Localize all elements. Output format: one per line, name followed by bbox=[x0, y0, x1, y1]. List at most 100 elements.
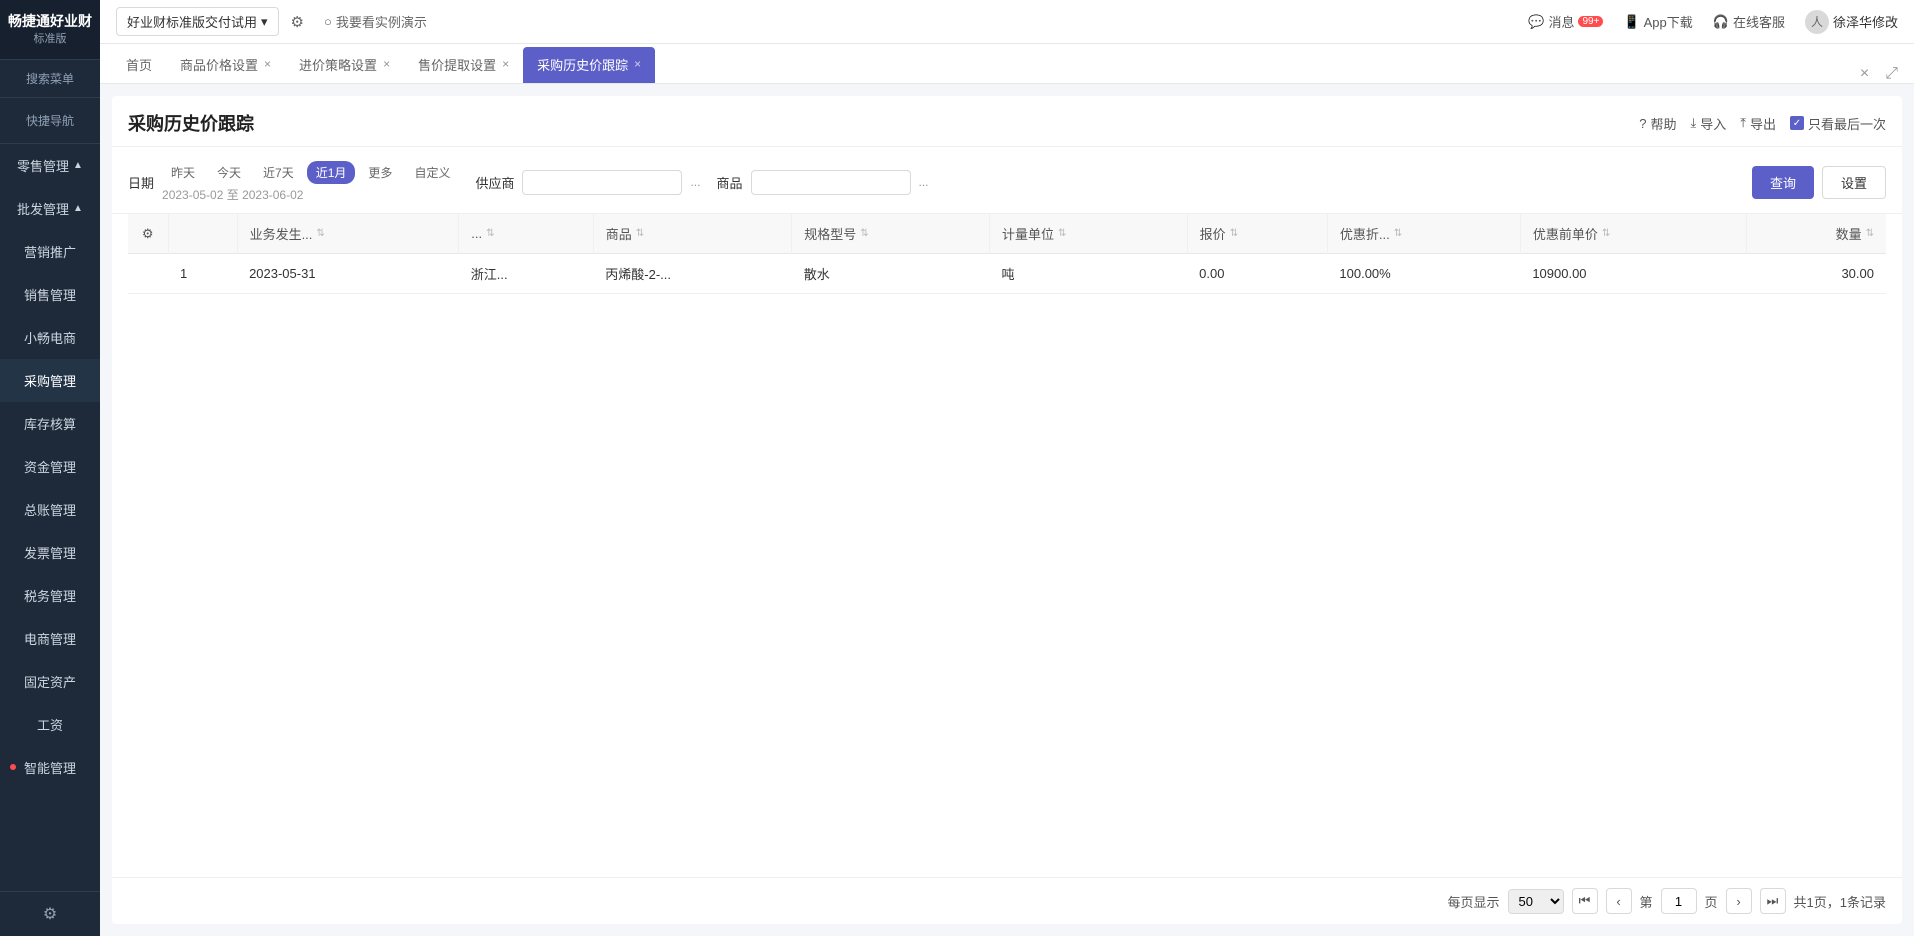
sort-icon: ⇅ bbox=[1394, 228, 1402, 239]
user-info[interactable]: 人 徐泽华修改 bbox=[1805, 10, 1898, 34]
online-service-button[interactable]: 🎧 在线客服 bbox=[1713, 12, 1785, 31]
pagination: 每页显示 50 10 20 100 ⏮ ‹ 第 页 › ⏭ 共1页，1条记录 bbox=[112, 877, 1902, 924]
table-col-discount-pct[interactable]: 优惠折... ⇅ bbox=[1327, 214, 1520, 254]
header-actions: ? 帮助 ⤓ 导入 ⤒ 导出 ✓ 只看最后一次 bbox=[1639, 114, 1886, 143]
message-button[interactable]: 💬 消息 99+ bbox=[1528, 12, 1603, 31]
supplier-input[interactable] bbox=[522, 170, 682, 195]
goods-input[interactable] bbox=[751, 170, 911, 195]
sidebar-item-label: 电商管理 bbox=[24, 629, 76, 648]
date-pill-today[interactable]: 今天 bbox=[208, 161, 250, 184]
supplier-filter-group: 供应商 ... bbox=[475, 170, 700, 195]
tab-sale-price[interactable]: 售价提取设置 × bbox=[404, 47, 523, 83]
tab-expand-window-btn[interactable]: ⤢ bbox=[1881, 65, 1902, 83]
help-button[interactable]: ? 帮助 bbox=[1639, 114, 1676, 133]
sidebar-item-purchase[interactable]: 采购管理 bbox=[0, 359, 100, 402]
date-pill-more[interactable]: 更多 bbox=[359, 161, 401, 184]
prev-page-button[interactable]: ‹ bbox=[1606, 888, 1632, 914]
message-icon: 💬 bbox=[1528, 14, 1544, 30]
settings-button[interactable]: 设置 bbox=[1822, 166, 1886, 199]
col-spec-label: 规格型号 bbox=[804, 224, 856, 243]
supplier-more-icon[interactable]: ... bbox=[690, 175, 700, 189]
sidebar-item-ledger[interactable]: 总账管理 bbox=[0, 488, 100, 531]
table-col-pre-discount-price[interactable]: 优惠前单价 ⇅ bbox=[1520, 214, 1746, 254]
date-pill-custom[interactable]: 自定义 bbox=[405, 161, 459, 184]
sidebar-search[interactable]: 搜索菜单 bbox=[0, 60, 100, 98]
sidebar-item-ecommerce-small[interactable]: 小畅电商 bbox=[0, 316, 100, 359]
date-pill-7days[interactable]: 近7天 bbox=[254, 161, 303, 184]
sidebar-item-retail[interactable]: 零售管理 ▲ bbox=[0, 144, 100, 187]
tab-close-window-btn[interactable]: × bbox=[1856, 65, 1873, 83]
app-icon: 📱 bbox=[1623, 14, 1639, 30]
online-service-label: 在线客服 bbox=[1733, 12, 1785, 31]
logo-title: 畅捷通好业财 bbox=[8, 12, 92, 32]
date-column: 昨天 今天 近7天 近1月 更多 自定义 2023-05-02 至 2023-0… bbox=[162, 161, 459, 203]
table-col-quote[interactable]: 报价 ⇅ bbox=[1187, 214, 1327, 254]
per-page-select[interactable]: 50 10 20 100 bbox=[1508, 889, 1564, 914]
table-col-date[interactable]: 业务发生... ⇅ bbox=[237, 214, 459, 254]
table-col-qty[interactable]: 数量 ⇅ bbox=[1747, 214, 1886, 254]
sort-icon: ⇅ bbox=[1602, 228, 1610, 239]
sidebar-item-salary[interactable]: 工资 bbox=[0, 703, 100, 746]
query-button[interactable]: 查询 bbox=[1752, 166, 1814, 199]
only-last-checkbox[interactable]: ✓ 只看最后一次 bbox=[1790, 114, 1886, 133]
table-col-extra[interactable]: ... ⇅ bbox=[459, 214, 594, 254]
sidebar-item-smart[interactable]: 智能管理 bbox=[0, 746, 100, 789]
export-button[interactable]: ⤒ 导出 bbox=[1740, 114, 1776, 133]
only-last-label: 只看最后一次 bbox=[1808, 114, 1886, 133]
cell-qty: 30.00 bbox=[1747, 254, 1886, 294]
sidebar-item-label: 小畅电商 bbox=[24, 328, 76, 347]
sidebar-item-invoice[interactable]: 发票管理 bbox=[0, 531, 100, 574]
sidebar-quick-nav[interactable]: 快捷导航 bbox=[0, 106, 100, 135]
sidebar-item-wholesale[interactable]: 批发管理 ▲ bbox=[0, 187, 100, 230]
page-suffix: 页 bbox=[1705, 892, 1718, 911]
sidebar: 畅捷通好业财 标准版 搜索菜单 快捷导航 零售管理 ▲ 批发管理 ▲ 营销推广 … bbox=[0, 0, 100, 936]
date-pill-1month[interactable]: 近1月 bbox=[307, 161, 356, 184]
sort-icon: ⇅ bbox=[1230, 228, 1238, 239]
table-col-spec[interactable]: 规格型号 ⇅ bbox=[792, 214, 990, 254]
settings-icon[interactable]: ⚙ bbox=[43, 906, 57, 923]
demo-icon: ○ bbox=[324, 14, 332, 29]
app-download-button[interactable]: 📱 App下载 bbox=[1623, 12, 1692, 31]
table-row: 1 2023-05-31 浙江... 丙烯酸-2-... 散水 吨 0.00 1… bbox=[128, 254, 1886, 294]
sidebar-item-sales[interactable]: 销售管理 bbox=[0, 273, 100, 316]
page-number-input[interactable] bbox=[1661, 888, 1697, 914]
version-selector[interactable]: 好业财标准版交付试用 ▾ bbox=[116, 7, 279, 36]
next-page-button[interactable]: › bbox=[1726, 888, 1752, 914]
topbar-gear-icon[interactable]: ⚙ bbox=[291, 13, 304, 31]
table-col-unit[interactable]: 计量单位 ⇅ bbox=[989, 214, 1187, 254]
table-col-goods[interactable]: 商品 ⇅ bbox=[593, 214, 791, 254]
sidebar-item-finance[interactable]: 资金管理 bbox=[0, 445, 100, 488]
tab-sale-price-close[interactable]: × bbox=[502, 57, 509, 71]
tab-purchase-history[interactable]: 采购历史价跟踪 × bbox=[523, 47, 655, 83]
sidebar-item-inventory[interactable]: 库存核算 bbox=[0, 402, 100, 445]
tab-price-close[interactable]: × bbox=[264, 57, 271, 71]
sidebar-item-marketing[interactable]: 营销推广 bbox=[0, 230, 100, 273]
import-button[interactable]: ⤓ 导入 bbox=[1690, 114, 1726, 133]
table-col-gear[interactable]: ⚙ bbox=[128, 214, 168, 254]
sidebar-item-fixed-assets[interactable]: 固定资产 bbox=[0, 660, 100, 703]
per-page-label: 每页显示 bbox=[1447, 892, 1499, 911]
demo-button[interactable]: ○ 我要看实例演示 bbox=[324, 12, 427, 31]
chevron-down-icon: ▾ bbox=[261, 14, 268, 30]
tab-price[interactable]: 商品价格设置 × bbox=[166, 47, 285, 83]
filter-actions: 查询 设置 bbox=[1752, 166, 1886, 199]
last-page-button[interactable]: ⏭ bbox=[1760, 888, 1786, 914]
col-discount-pct-label: 优惠折... bbox=[1340, 224, 1390, 243]
sidebar-item-ecommerce[interactable]: 电商管理 bbox=[0, 617, 100, 660]
tab-purchase-strategy-close[interactable]: × bbox=[383, 57, 390, 71]
sidebar-item-label: 税务管理 bbox=[24, 586, 76, 605]
tab-purchase-history-close[interactable]: × bbox=[634, 57, 641, 71]
date-pill-yesterday[interactable]: 昨天 bbox=[162, 161, 204, 184]
first-page-button[interactable]: ⏮ bbox=[1572, 888, 1598, 914]
tab-home[interactable]: 首页 bbox=[112, 47, 166, 83]
cell-goods: 丙烯酸-2-... bbox=[593, 254, 791, 294]
import-icon: ⤓ bbox=[1690, 115, 1696, 131]
sidebar-item-tax[interactable]: 税务管理 bbox=[0, 574, 100, 617]
cell-extra: 浙江... bbox=[459, 254, 594, 294]
goods-more-icon[interactable]: ... bbox=[919, 175, 929, 189]
help-icon: ? bbox=[1639, 116, 1646, 131]
sidebar-menu: 零售管理 ▲ 批发管理 ▲ 营销推广 销售管理 小畅电商 采购管理 库存核算 资… bbox=[0, 144, 100, 891]
col-quote-label: 报价 bbox=[1200, 224, 1226, 243]
tab-purchase-strategy[interactable]: 进价策略设置 × bbox=[285, 47, 404, 83]
expand-icon: ▲ bbox=[73, 203, 83, 214]
